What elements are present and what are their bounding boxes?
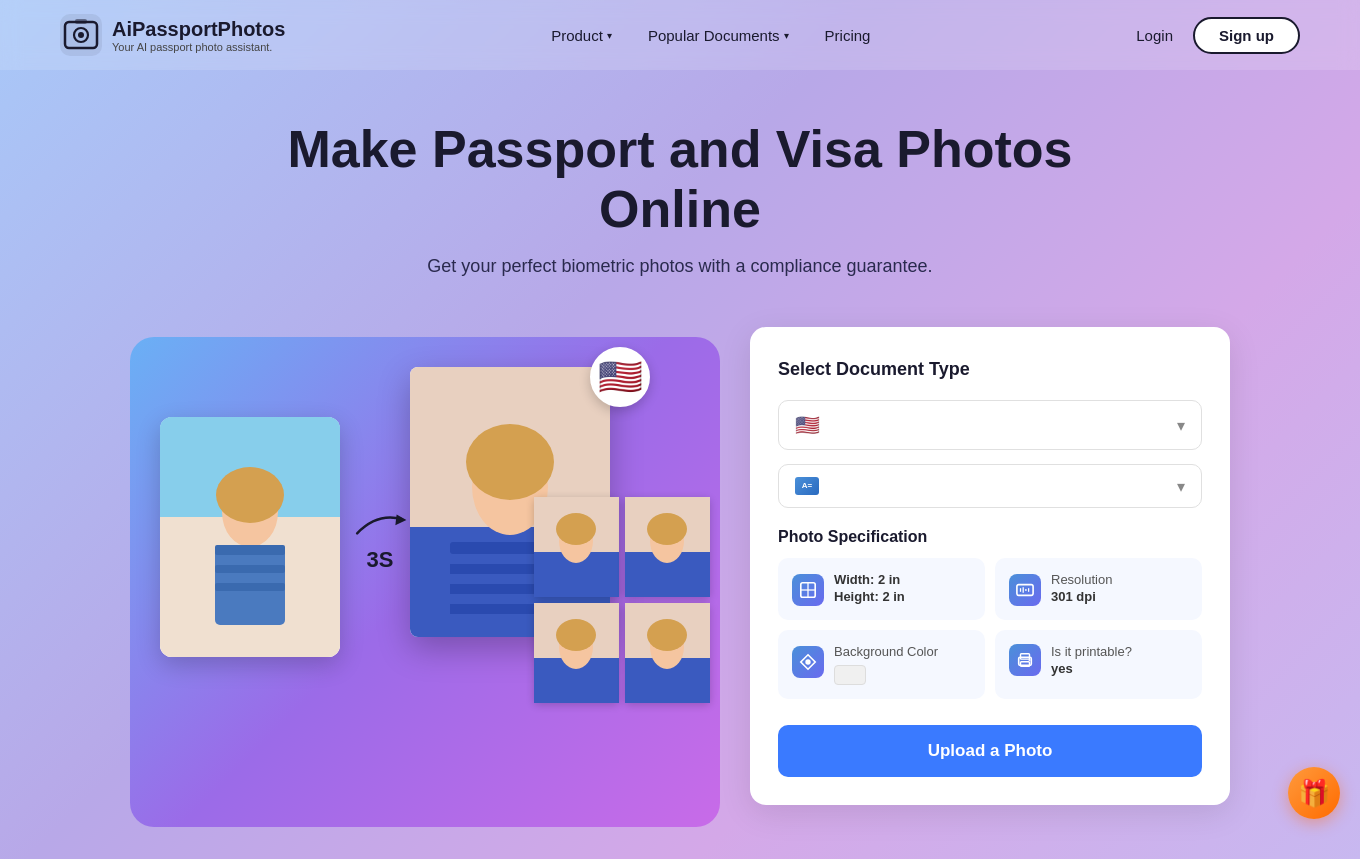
logo-title: AiPassportPhotos xyxy=(112,18,285,41)
gift-button[interactable]: 🎁 xyxy=(1288,767,1340,819)
gift-icon: 🎁 xyxy=(1298,778,1330,809)
svg-rect-10 xyxy=(215,545,285,555)
navbar: AiPassportPhotos Your AI passport photo … xyxy=(0,0,1360,70)
logo-icon xyxy=(60,14,102,56)
form-title: Select Document Type xyxy=(778,359,1202,380)
form-card: Select Document Type 🇺🇸 ▾ A= ▾ Photo Spe… xyxy=(750,327,1230,805)
flag-icon: 🇺🇸 xyxy=(795,413,820,437)
nav-links: Product ▾ Popular Documents ▾ Pricing xyxy=(551,27,870,44)
chevron-down-icon: ▾ xyxy=(1177,476,1185,495)
svg-point-51 xyxy=(1028,659,1030,661)
svg-point-34 xyxy=(556,619,596,651)
document-select-wrapper: A= ▾ xyxy=(778,464,1202,508)
svg-rect-50 xyxy=(1021,661,1030,666)
svg-point-17 xyxy=(466,424,554,500)
svg-point-30 xyxy=(647,513,687,545)
illustration-card: 3S 🇺🇸 xyxy=(130,337,720,827)
arrow-icon xyxy=(347,499,413,544)
before-photo-inner xyxy=(160,417,340,657)
svg-rect-42 xyxy=(1017,584,1033,595)
before-photo-svg xyxy=(160,417,340,657)
spec-title: Photo Specification xyxy=(778,528,1202,546)
color-swatch[interactable] xyxy=(834,665,866,685)
login-button[interactable]: Login xyxy=(1136,27,1173,44)
hero-subtitle: Get your perfect biometric photos with a… xyxy=(20,256,1340,277)
spec-bgcolor-text: Background Color xyxy=(834,644,938,685)
spec-resolution-label: Resolution xyxy=(1051,572,1112,587)
svg-point-26 xyxy=(556,513,596,545)
svg-rect-4 xyxy=(75,19,87,24)
nav-popular-documents[interactable]: Popular Documents ▾ xyxy=(648,27,789,44)
spec-resolution-text: Resolution 301 dpi xyxy=(1051,572,1112,604)
document-select[interactable]: A= ▾ xyxy=(778,464,1202,508)
nav-actions: Login Sign up xyxy=(1136,17,1300,54)
signup-button[interactable]: Sign up xyxy=(1193,17,1300,54)
spec-grid-top: Width: 2 in Height: 2 in Resolution xyxy=(778,558,1202,620)
spec-card-bgcolor: Background Color xyxy=(778,630,985,699)
svg-rect-11 xyxy=(215,565,285,573)
svg-point-8 xyxy=(216,467,284,523)
spec-grid-bottom: Background Color Is it printable? yes xyxy=(778,630,1202,699)
spec-dimensions-text: Width: 2 in Height: 2 in xyxy=(834,572,905,604)
svg-point-3 xyxy=(78,32,84,38)
dimensions-icon xyxy=(792,574,824,606)
bgcolor-icon xyxy=(792,646,824,678)
upload-button[interactable]: Upload a Photo xyxy=(778,725,1202,777)
hero-section: Make Passport and Visa Photos Online Get… xyxy=(0,70,1360,297)
grid-photo-3 xyxy=(534,603,619,703)
svg-point-47 xyxy=(805,659,810,664)
grid-photo-svg-4 xyxy=(625,603,710,703)
svg-point-38 xyxy=(647,619,687,651)
spec-resolution-value: 301 dpi xyxy=(1051,589,1112,604)
spec-height: Height: 2 in xyxy=(834,589,905,604)
grid-photo-4 xyxy=(625,603,710,703)
spec-printable-value: yes xyxy=(1051,661,1132,676)
country-select-wrapper: 🇺🇸 ▾ xyxy=(778,400,1202,450)
grid-photos xyxy=(534,497,710,703)
arrow-area: 3S xyxy=(350,507,410,573)
logo[interactable]: AiPassportPhotos Your AI passport photo … xyxy=(60,14,285,56)
spec-printable-text: Is it printable? yes xyxy=(1051,644,1132,676)
hero-title: Make Passport and Visa Photos Online xyxy=(230,120,1130,240)
grid-photo-1 xyxy=(534,497,619,597)
spec-card-printable: Is it printable? yes xyxy=(995,630,1202,699)
logo-text: AiPassportPhotos Your AI passport photo … xyxy=(112,18,285,53)
chevron-down-icon: ▾ xyxy=(1177,415,1185,434)
print-icon xyxy=(1009,644,1041,676)
main-content: 3S 🇺🇸 xyxy=(0,297,1360,827)
spec-bgcolor-label: Background Color xyxy=(834,644,938,659)
spec-card-dimensions: Width: 2 in Height: 2 in xyxy=(778,558,985,620)
country-select[interactable]: 🇺🇸 ▾ xyxy=(778,400,1202,450)
grid-photo-svg-3 xyxy=(534,603,619,703)
spec-card-resolution: Resolution 301 dpi xyxy=(995,558,1202,620)
logo-subtitle: Your AI passport photo assistant. xyxy=(112,41,285,53)
grid-photo-2 xyxy=(625,497,710,597)
flag-circle: 🇺🇸 xyxy=(590,347,650,407)
svg-rect-49 xyxy=(1021,653,1030,658)
nav-pricing[interactable]: Pricing xyxy=(825,27,871,44)
photo-illustration: 3S 🇺🇸 xyxy=(130,327,750,827)
document-icon: A= xyxy=(795,477,819,495)
nav-product[interactable]: Product ▾ xyxy=(551,27,612,44)
spec-printable-label: Is it printable? xyxy=(1051,644,1132,659)
before-photo-card xyxy=(160,417,340,657)
grid-photo-svg-1 xyxy=(534,497,619,597)
grid-photo-svg-2 xyxy=(625,497,710,597)
chevron-down-icon: ▾ xyxy=(784,30,789,41)
spec-width: Width: 2 in xyxy=(834,572,905,587)
chevron-down-icon: ▾ xyxy=(607,30,612,41)
three-s-label: 3S xyxy=(367,547,394,573)
resolution-icon xyxy=(1009,574,1041,606)
svg-rect-12 xyxy=(215,583,285,591)
